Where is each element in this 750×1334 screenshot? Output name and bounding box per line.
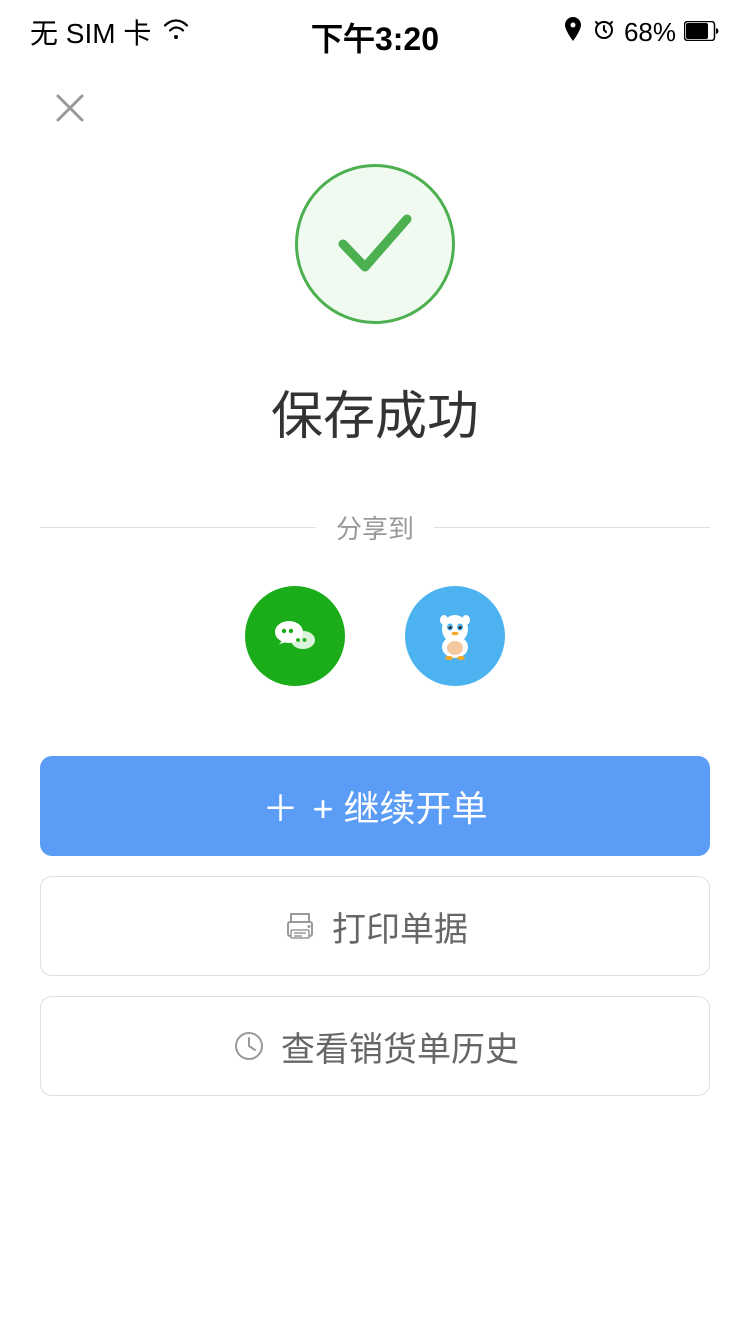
battery-percentage: 68%: [624, 17, 676, 48]
print-button[interactable]: 打印单据: [40, 876, 710, 976]
location-icon: [562, 16, 584, 49]
continue-button[interactable]: ＋ + 继续开单: [40, 756, 710, 856]
battery-icon: [684, 17, 720, 48]
qq-share-button[interactable]: [405, 586, 505, 686]
continue-label: + 继续开单: [312, 780, 487, 832]
continue-icon: ＋: [262, 780, 298, 832]
checkmark-icon: [335, 209, 415, 279]
history-button[interactable]: 查看销货单历史: [40, 996, 710, 1096]
status-time: 下午3:20: [311, 14, 439, 60]
success-title: 保存成功: [271, 374, 479, 449]
close-button[interactable]: [40, 78, 100, 138]
action-buttons: ＋ + 继续开单 打印单据 查看销货单历史: [40, 756, 710, 1096]
wechat-share-button[interactable]: [245, 586, 345, 686]
divider-right: [434, 527, 710, 528]
divider-left: [40, 527, 316, 528]
share-divider: 分享到: [40, 509, 710, 546]
history-icon: [231, 1028, 267, 1064]
history-label: 查看销货单历史: [281, 1022, 519, 1071]
status-bar: 无 SIM 卡 下午3:20 68%: [0, 0, 750, 64]
qq-icon: [426, 607, 484, 665]
wifi-icon: [161, 16, 191, 48]
share-icons: [245, 586, 505, 686]
main-content: 保存成功 分享到: [0, 64, 750, 1096]
print-icon: [282, 908, 318, 944]
status-left: 无 SIM 卡: [30, 12, 191, 52]
no-sim-text: 无 SIM 卡: [30, 12, 151, 52]
share-label: 分享到: [336, 509, 414, 546]
alarm-icon: [592, 17, 616, 48]
success-circle: [295, 164, 455, 324]
wechat-icon: [265, 606, 325, 666]
print-label: 打印单据: [332, 902, 468, 951]
status-right: 68%: [562, 16, 720, 49]
